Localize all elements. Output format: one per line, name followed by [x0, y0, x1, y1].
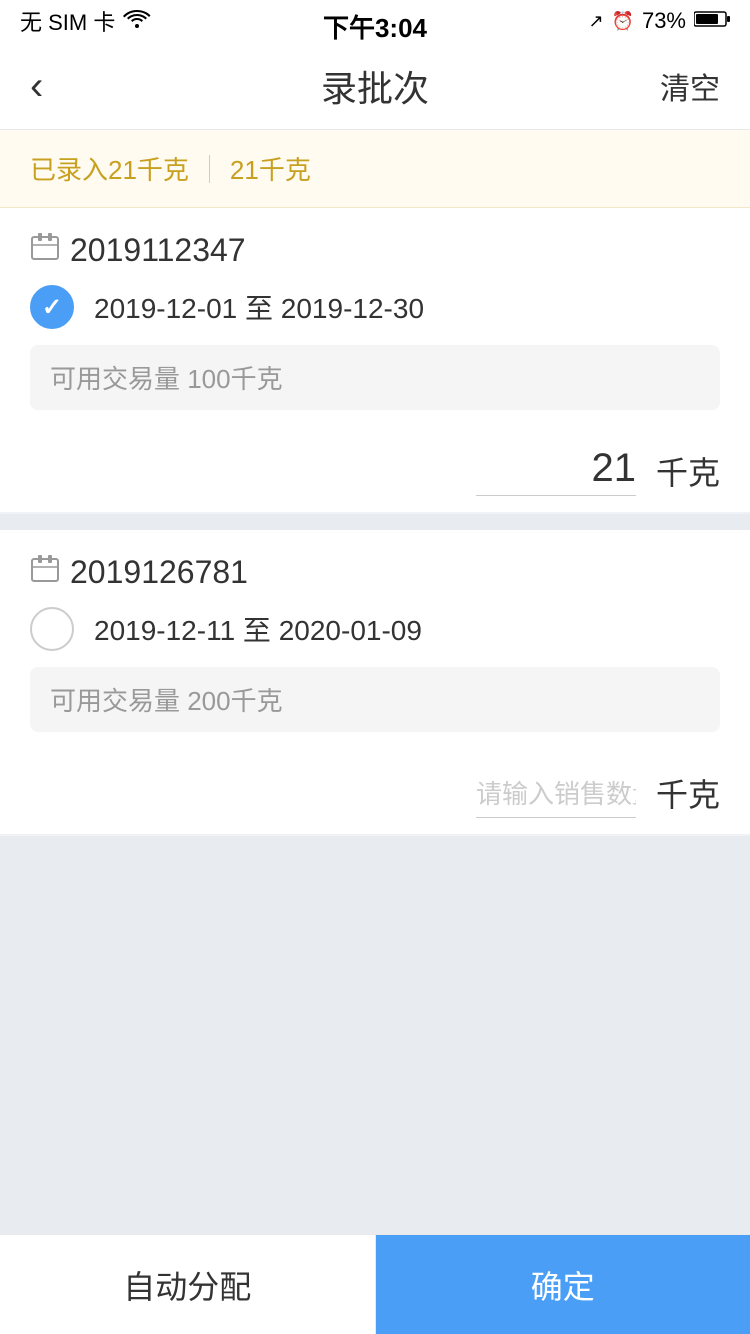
- available-qty-1: 可用交易量 100千克: [30, 345, 720, 410]
- batch-item-2: 2019126781 2019-12-11 至 2020-01-09 可用交易量…: [0, 530, 750, 732]
- available-qty-2: 可用交易量 200千克: [30, 667, 720, 732]
- batch-id-row-2: 2019126781: [30, 554, 720, 591]
- back-button[interactable]: ‹: [30, 66, 43, 106]
- qty-input-row-1: 千克: [0, 430, 750, 512]
- status-time: 下午3:04: [323, 8, 427, 45]
- auto-distribute-button[interactable]: 自动分配: [0, 1235, 376, 1334]
- batch-date-row-1: 2019-12-01 至 2019-12-30: [30, 285, 720, 329]
- section-divider: [0, 514, 750, 530]
- batch-card-1: 2019112347 2019-12-01 至 2019-12-30 可用交易量…: [0, 208, 750, 512]
- info-banner: 已录入21千克 21千克: [0, 130, 750, 208]
- batch-id-text-2: 2019126781: [70, 554, 248, 591]
- battery-icon: [694, 8, 730, 34]
- recorded-label: 已录入21千克: [30, 150, 189, 187]
- footer: 自动分配 确定: [0, 1234, 750, 1334]
- batch-id-row-1: 2019112347: [30, 232, 720, 269]
- no-sim-text: 无 SIM 卡: [20, 5, 115, 37]
- wifi-icon: [123, 8, 151, 34]
- batch-date-text-2: 2019-12-11 至 2020-01-09: [94, 609, 422, 649]
- qty-unit-1: 千克: [656, 448, 720, 494]
- batch-date-row-2: 2019-12-11 至 2020-01-09: [30, 607, 720, 651]
- batch-card-2: 2019126781 2019-12-11 至 2020-01-09 可用交易量…: [0, 530, 750, 834]
- confirm-button[interactable]: 确定: [376, 1235, 750, 1334]
- status-right: ↗ ⏰ 73%: [588, 8, 730, 34]
- status-left: 无 SIM 卡: [20, 5, 151, 37]
- battery-text: 73%: [642, 8, 686, 34]
- batch-item-1: 2019112347 2019-12-01 至 2019-12-30 可用交易量…: [0, 208, 750, 410]
- batch-icon-2: [30, 555, 60, 590]
- clear-button[interactable]: 清空: [660, 64, 720, 108]
- qty-input-1[interactable]: [476, 446, 636, 491]
- radio-btn-1[interactable]: [30, 285, 74, 329]
- info-divider: [209, 155, 210, 183]
- qty-underline-2: [476, 768, 636, 818]
- batch-id-text-1: 2019112347: [70, 232, 246, 269]
- empty-area: [0, 836, 750, 1236]
- batch-date-text-1: 2019-12-01 至 2019-12-30: [94, 287, 424, 327]
- status-bar: 无 SIM 卡 下午3:04 ↗ ⏰ 73%: [0, 0, 750, 42]
- batch-icon-1: [30, 233, 60, 268]
- alarm-icon: ⏰: [612, 11, 634, 32]
- radio-btn-2[interactable]: [30, 607, 74, 651]
- qty-unit-2: 千克: [656, 770, 720, 816]
- location-icon: ↗: [588, 11, 603, 32]
- page-title: 录批次: [321, 60, 429, 112]
- qty-input-row-2: 千克: [0, 752, 750, 834]
- nav-bar: ‹ 录批次 清空: [0, 42, 750, 130]
- recorded-value: 21千克: [230, 150, 311, 187]
- qty-input-2[interactable]: [476, 768, 636, 813]
- qty-underline-1: [476, 446, 636, 496]
